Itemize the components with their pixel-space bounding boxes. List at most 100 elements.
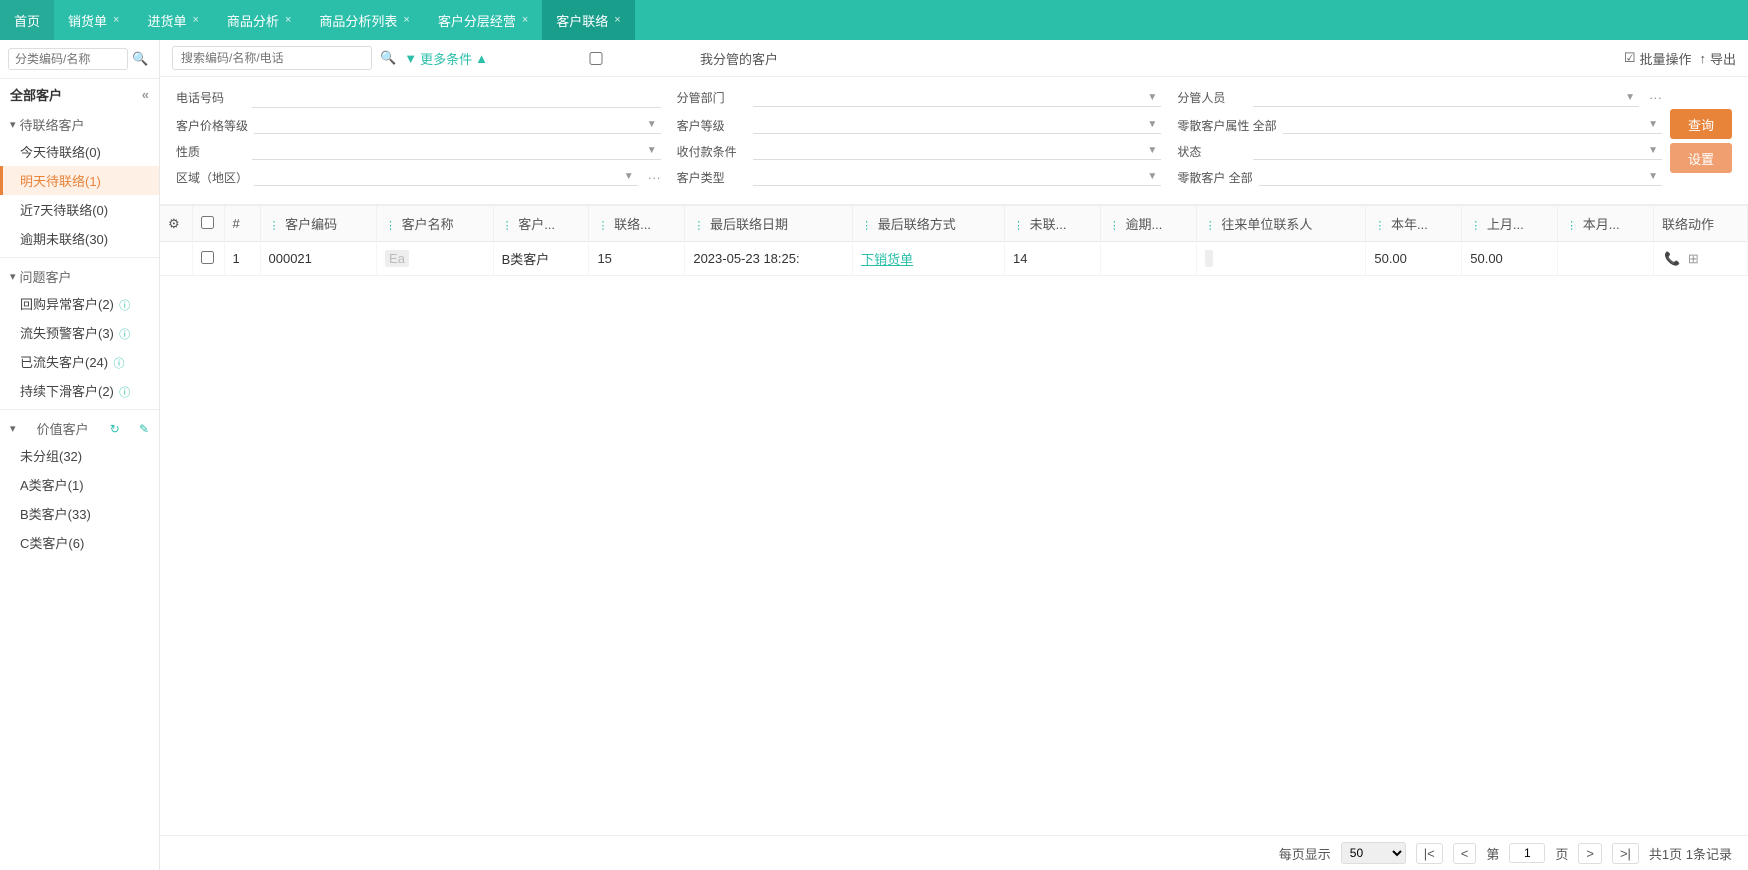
last-page-btn[interactable]: >| [1612, 843, 1639, 864]
divider-2 [0, 409, 159, 410]
select-all-checkbox[interactable] [201, 216, 214, 229]
nav-customer-stratification[interactable]: 客户分层经营 × [424, 0, 542, 40]
table-settings-icon[interactable]: ⚙ [168, 216, 180, 231]
close-customer-contact-icon[interactable]: × [614, 14, 620, 26]
main-search-input[interactable] [172, 46, 372, 70]
query-button[interactable]: 查询 [1670, 109, 1732, 139]
col-type-icon: ⋮ [502, 220, 513, 232]
first-page-btn[interactable]: |< [1416, 843, 1443, 864]
sidebar-item-declining[interactable]: 持续下滑客户(2) ⓘ [0, 376, 159, 405]
col-unit-contacts: ⋮ 往来单位联系人 [1196, 206, 1366, 242]
filter-status-select[interactable]: ▼ [1253, 142, 1662, 160]
filter-dept: 分管部门 ▼ [677, 89, 1162, 107]
sidebar-item-churned[interactable]: 已流失客户(24) ⓘ [0, 347, 159, 376]
all-customers-label: 全部客户 [10, 85, 62, 104]
filter-retail-customer-select[interactable]: ▼ [1259, 168, 1662, 186]
total-label: 共1页 1条记录 [1649, 844, 1732, 863]
col-this-month: ⋮ 本月... [1558, 206, 1654, 242]
filter-manager-select[interactable]: ▼ [1253, 89, 1639, 107]
price-level-arrow-icon: ▼ [647, 119, 657, 130]
main-search-icon[interactable]: 🔍 [380, 50, 396, 66]
settings-button[interactable]: 设置 [1670, 143, 1732, 173]
filter-row-1: 电话号码 分管部门 ▼ 分管人员 [176, 87, 1662, 108]
filter-row-4: 区域（地区） ▼ ··· 客户类型 ▼ [176, 168, 1662, 186]
sidebar-item-b-customers[interactable]: B类客户(33) [0, 499, 159, 528]
sidebar-item-churn-warning[interactable]: 流失预警客户(3) ⓘ [0, 318, 159, 347]
prev-page-btn[interactable]: < [1453, 843, 1477, 864]
row-last-method-link[interactable]: 下销货单 [861, 252, 913, 267]
row-no-contact-cell: 14 [1004, 242, 1100, 276]
page-number-input[interactable] [1509, 843, 1545, 863]
advanced-filter-panel: 电话号码 分管部门 ▼ 分管人员 [160, 77, 1748, 206]
filter-manager: 分管人员 ▼ ··· [1177, 89, 1662, 107]
sidebar-item-c-customers[interactable]: C类客户(6) [0, 528, 159, 557]
customer-type-arrow-icon: ▼ [1147, 171, 1157, 182]
filter-retail-attr-select[interactable]: ▼ [1283, 116, 1662, 134]
filter-phone-input[interactable] [252, 87, 661, 108]
next-page-btn[interactable]: > [1578, 843, 1602, 864]
info-icon-3: ⓘ [113, 358, 124, 370]
filter-customer-level-select[interactable]: ▼ [753, 116, 1162, 134]
nav-home[interactable]: 首页 [0, 0, 54, 40]
sidebar-item-abnormal-repurchase[interactable]: 回购异常客户(2) ⓘ [0, 289, 159, 318]
sidebar-search-icon[interactable]: 🔍 [132, 51, 148, 67]
group-problem-customers[interactable]: 问题客户 [0, 262, 159, 289]
close-product-analysis-list-icon[interactable]: × [403, 14, 409, 26]
manager-dots-icon[interactable]: ··· [1649, 90, 1662, 105]
sidebar-item-a-customers[interactable]: A类客户(1) [0, 470, 159, 499]
filter-payment-terms-select[interactable]: ▼ [753, 142, 1162, 160]
info-icon-4: ⓘ [119, 387, 130, 399]
row-action-grid-icon[interactable]: ⊞ [1688, 251, 1699, 266]
nav-customer-contact[interactable]: 客户联络 × [542, 0, 634, 40]
refresh-icon[interactable]: ↻ [110, 422, 120, 436]
filter-price-level-select[interactable]: ▼ [254, 116, 661, 134]
filter-region-select[interactable]: ▼ [254, 168, 638, 186]
nav-product-analysis[interactable]: 商品分析 × [213, 0, 305, 40]
filter-retail-customer: 零散客户 全部 ▼ [1177, 168, 1662, 186]
nature-arrow-icon: ▼ [647, 145, 657, 156]
filter-dept-label: 分管部门 [677, 89, 747, 106]
batch-ops-btn[interactable]: ☑ 批量操作 [1624, 49, 1692, 68]
row-settings-cell [160, 242, 192, 276]
filter-customer-type-select[interactable]: ▼ [753, 168, 1162, 186]
filter-status-label: 状态 [1177, 143, 1247, 160]
nav-purchase-order[interactable]: 进货单 × [133, 0, 212, 40]
nav-product-analysis-list[interactable]: 商品分析列表 × [305, 0, 423, 40]
row-checkbox[interactable] [201, 251, 214, 264]
filter-manager-label: 分管人员 [1177, 89, 1247, 106]
filter-nature-select[interactable]: ▼ [252, 142, 661, 160]
sidebar-search-input[interactable] [8, 48, 128, 70]
region-dots-icon[interactable]: ··· [648, 170, 661, 185]
sidebar-item-ungrouped[interactable]: 未分组(32) [0, 441, 159, 470]
sidebar-item-7day-contact[interactable]: 近7天待联络(0) [0, 195, 159, 224]
region-arrow-icon: ▼ [624, 171, 634, 182]
filter-dept-select[interactable]: ▼ [753, 89, 1162, 107]
close-purchase-order-icon[interactable]: × [192, 14, 198, 26]
all-customers-header[interactable]: 全部客户 « [0, 79, 159, 110]
row-last-month-cell: 50.00 [1462, 242, 1558, 276]
export-btn[interactable]: ↑ 导出 [1699, 49, 1736, 68]
filter-bar: 🔍 ▼ 更多条件 ▲ 我分管的客户 ☑ 批量操作 ↑ 导出 [160, 40, 1748, 77]
close-product-analysis-icon[interactable]: × [285, 14, 291, 26]
sidebar-collapse-icon[interactable]: « [142, 87, 149, 102]
group-value-customers[interactable]: 价值客户 ↻ ✎ [0, 414, 159, 441]
close-sales-order-icon[interactable]: × [113, 14, 119, 26]
filter-payment-terms: 收付款条件 ▼ [677, 142, 1162, 160]
row-action-phone-icon[interactable]: 📞 [1664, 251, 1680, 266]
export-icon: ↑ [1699, 51, 1706, 66]
my-customers-checkbox[interactable] [496, 52, 696, 65]
col-this-year-icon: ⋮ [1374, 220, 1385, 232]
group-pending-contact[interactable]: 待联络客户 [0, 110, 159, 137]
sidebar-item-tomorrow-contact[interactable]: 明天待联络(1) [0, 166, 159, 195]
my-customers-checkbox-area: 我分管的客户 [496, 49, 778, 68]
table-header-row: ⚙ # ⋮ 客户编码 ⋮ 客户名称 [160, 206, 1748, 242]
nav-sales-order[interactable]: 销货单 × [54, 0, 133, 40]
sidebar-item-today-contact[interactable]: 今天待联络(0) [0, 137, 159, 166]
col-unit-contacts-icon: ⋮ [1205, 220, 1216, 232]
edit-icon[interactable]: ✎ [139, 422, 149, 436]
sidebar-item-overdue-contact[interactable]: 逾期未联络(30) [0, 224, 159, 253]
close-customer-stratification-icon[interactable]: × [522, 14, 528, 26]
page-size-select[interactable]: 50 100 200 [1341, 842, 1406, 864]
row-last-method-cell: 下销货单 [853, 242, 1005, 276]
more-conditions-btn[interactable]: ▼ 更多条件 ▲ [404, 49, 488, 68]
